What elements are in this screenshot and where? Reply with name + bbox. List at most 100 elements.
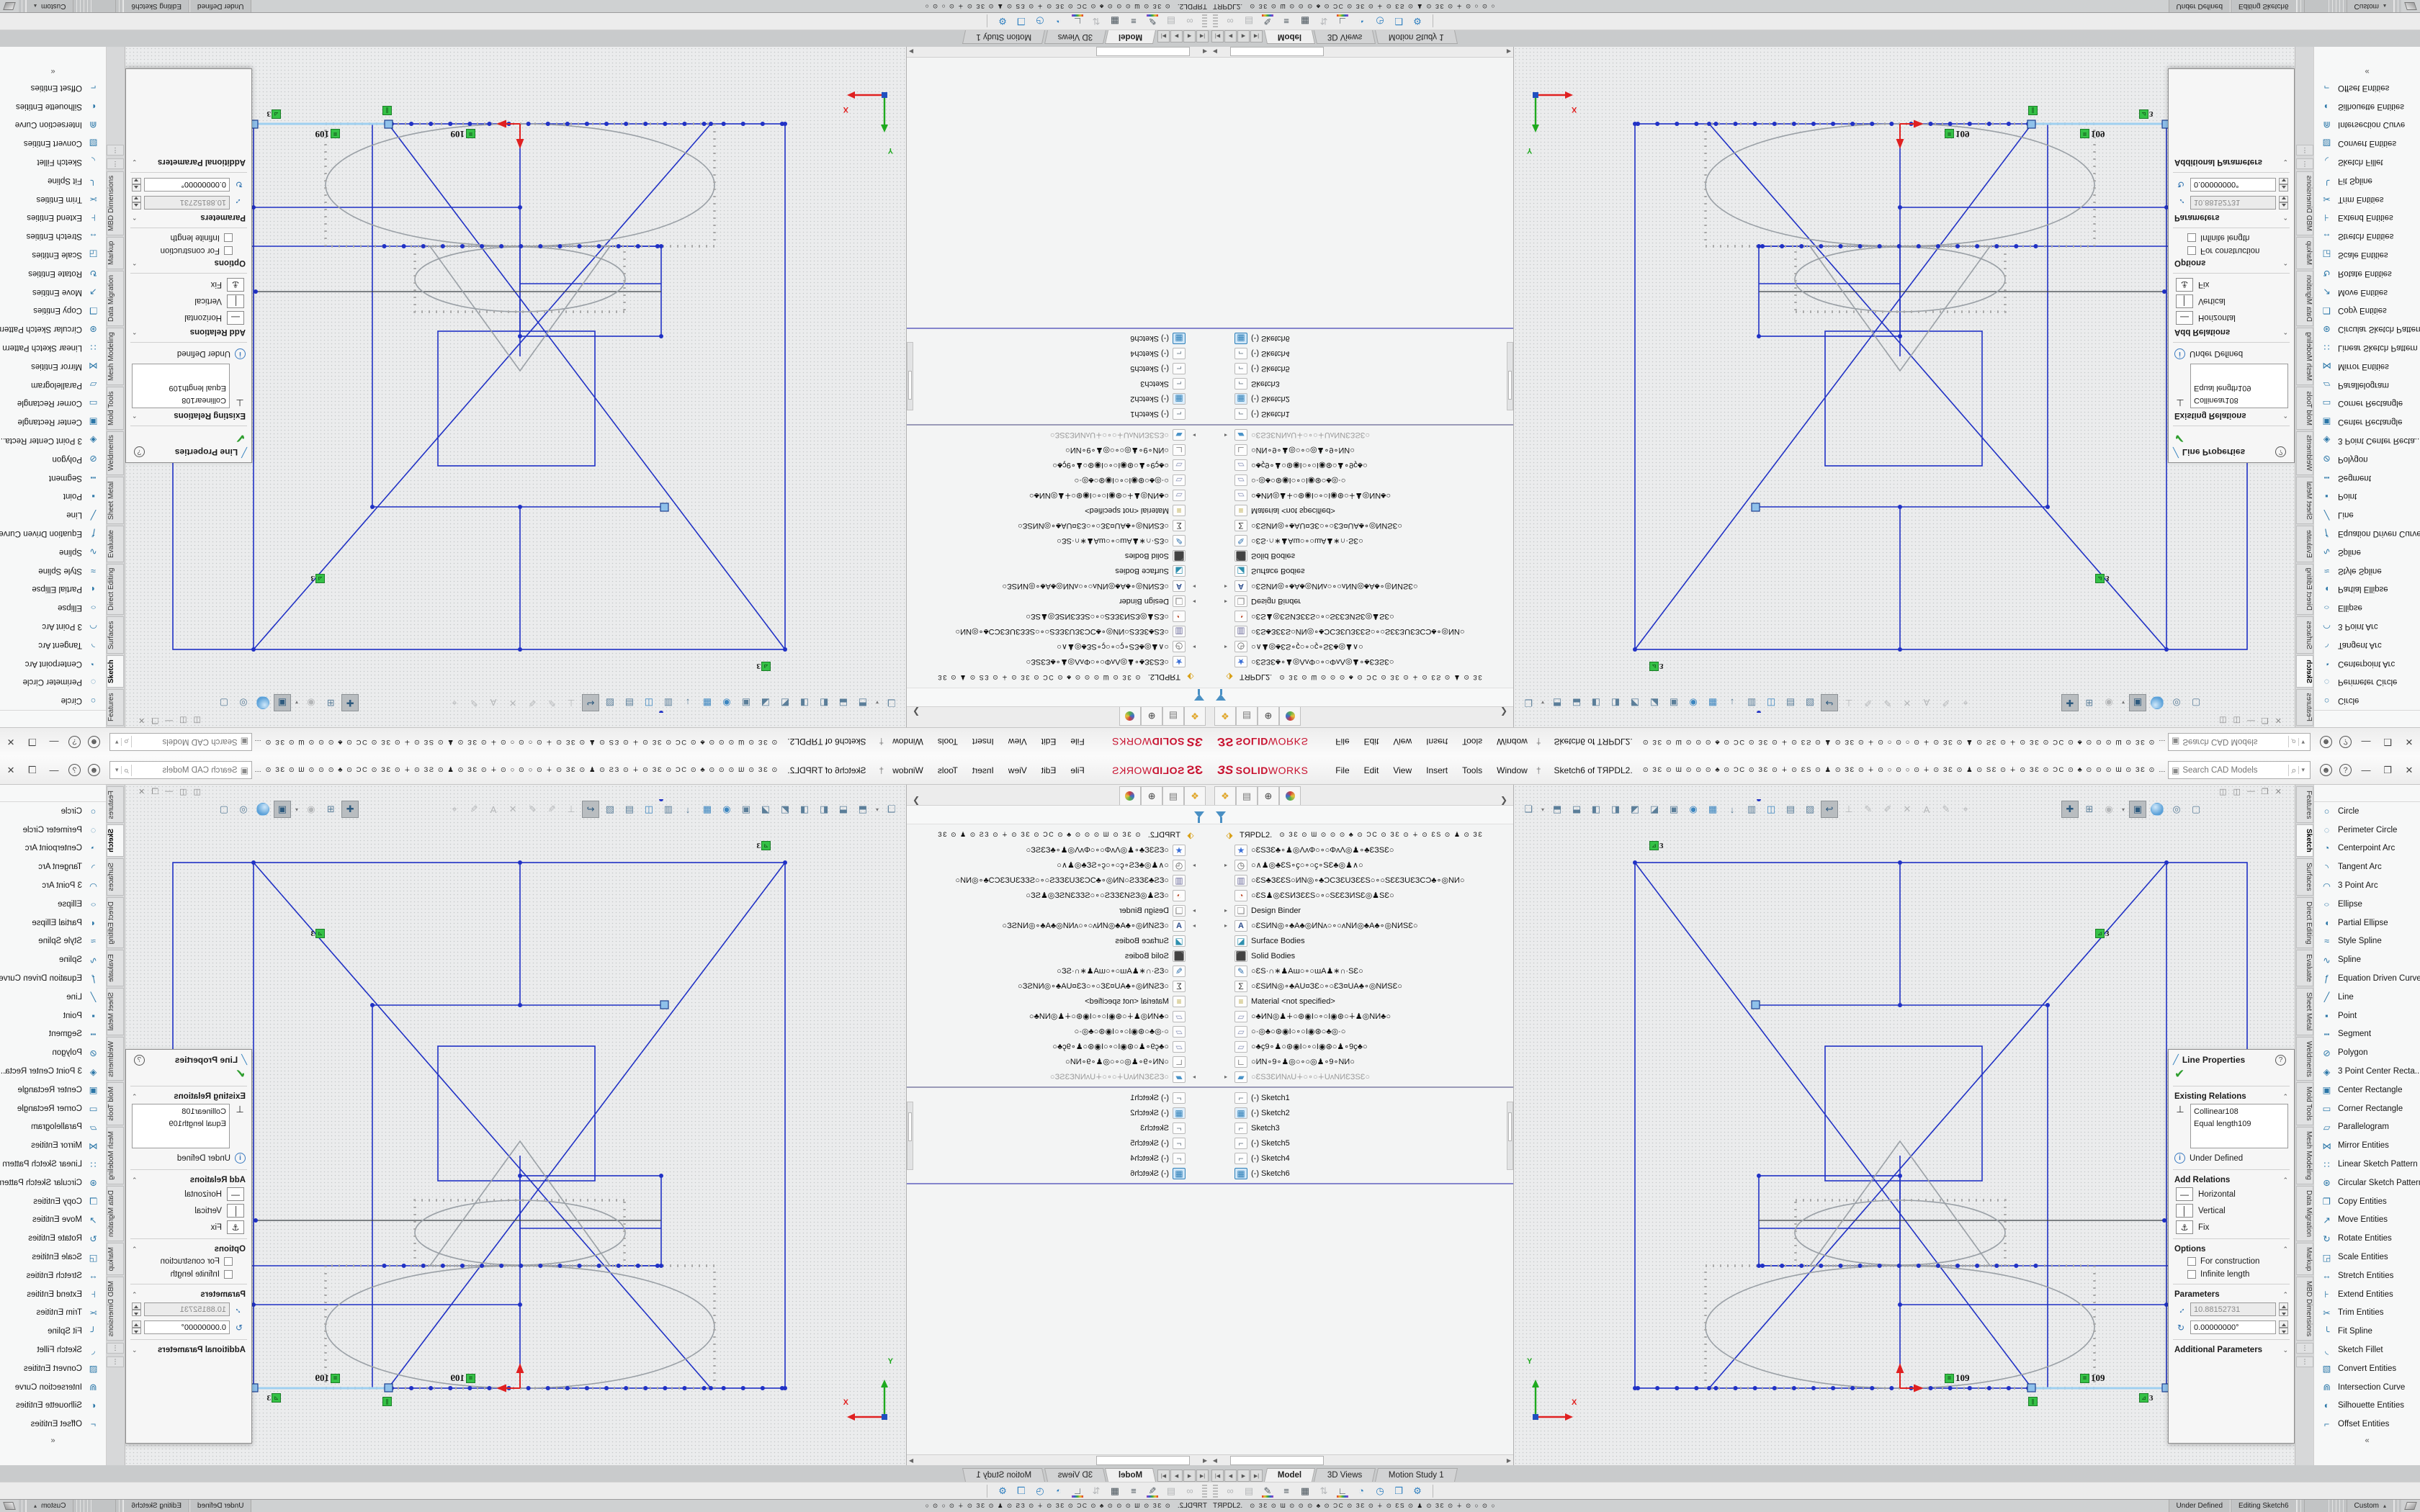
commandmanager-tab[interactable]: Mold Tools bbox=[107, 1082, 124, 1125]
add-relation-row[interactable]: — Horizontal bbox=[126, 1186, 251, 1202]
menu-item[interactable]: File bbox=[1063, 762, 1091, 778]
sketch-tool[interactable]: ◌ Perimeter Circle bbox=[0, 821, 106, 840]
sketch-tool[interactable]: ◈ 3 Point Center Recta... bbox=[2314, 1062, 2420, 1081]
commandmanager-tab[interactable]: Mesh Modeling bbox=[107, 328, 124, 385]
commandmanager-tab[interactable]: Sheet Metal bbox=[2296, 988, 2313, 1035]
bottom-toolbar-icon[interactable]: ▤ bbox=[1162, 1483, 1180, 1499]
search-box[interactable]: ▣ ⌕ ▾ bbox=[109, 733, 252, 751]
sketch-tool[interactable]: ◲ Scale Entities bbox=[0, 1248, 106, 1266]
restore-button[interactable]: ❐ bbox=[22, 737, 43, 748]
tree-item[interactable]: ▸ ◷ ○∧♟◎♣ƐS∘ҫ○∘○ҫ∘SƐ♣◎♟∧○ bbox=[907, 858, 1210, 873]
pm-help-icon[interactable]: ? bbox=[2275, 447, 2286, 458]
commandmanager-tab[interactable]: Mesh Modeling bbox=[2296, 328, 2313, 385]
sketch-tool[interactable]: ◐ Silhouette Entities bbox=[0, 97, 106, 116]
relation-badge[interactable]: ⊿ 3 bbox=[267, 109, 282, 119]
checkbox[interactable] bbox=[2187, 1270, 2196, 1279]
search-icon[interactable]: ⌕ bbox=[122, 737, 132, 748]
document-tab[interactable]: 3D Views bbox=[1314, 1468, 1376, 1482]
bottom-toolbar-icon[interactable]: ▤ bbox=[1240, 1483, 1258, 1499]
restore-button[interactable]: ❐ bbox=[2377, 737, 2398, 748]
tree-sketch-item[interactable]: ⌐ (-) Sketch4 bbox=[907, 346, 1210, 361]
spin-up[interactable] bbox=[132, 1302, 141, 1310]
pin-icon[interactable]: † bbox=[879, 737, 884, 747]
sketch-tool[interactable]: ◖ Partial Ellipse bbox=[0, 580, 106, 598]
expand-icon[interactable]: ▸ bbox=[1224, 907, 1234, 914]
tab-nav-button[interactable]: ◀ bbox=[1183, 30, 1196, 42]
tree-sketch-item[interactable]: ⌐ Sketch3 bbox=[907, 377, 1210, 392]
tree-item[interactable]: ▱ ○·◎♣○⊛◉I○∘○I◉⊛○♣◎·○ bbox=[907, 473, 1210, 488]
parallel-relation-badge[interactable]: ∥ bbox=[2028, 1397, 2038, 1406]
sketch-tool[interactable]: ◖ Partial Ellipse bbox=[2314, 580, 2420, 598]
tab-nav-button[interactable]: ▶| bbox=[1157, 30, 1170, 42]
sketch-tool[interactable]: ƒ Equation Driven Curve bbox=[2314, 524, 2420, 543]
tree-item[interactable]: ◪ Surface Bodies bbox=[1210, 933, 1513, 948]
sketch-tool[interactable]: ↻ Rotate Entities bbox=[2314, 1229, 2420, 1248]
tree-item[interactable]: ◔ ○ƐS♟◎ƐSИЗƐƐS○∘○SƐƐЗИSƐ◎♟SƐ○ bbox=[1210, 888, 1513, 903]
sketch-tool[interactable]: ⋈ Mirror Entities bbox=[0, 357, 106, 376]
menu-item[interactable]: View bbox=[1386, 762, 1419, 778]
sketch-tool[interactable]: ↻ Rotate Entities bbox=[0, 1229, 106, 1248]
search-box[interactable]: ▣ ⌕ ▾ bbox=[2168, 733, 2311, 751]
sketch-tool[interactable]: ⌐ Offset Entities bbox=[2314, 78, 2420, 97]
spin-up[interactable] bbox=[2279, 185, 2288, 192]
sketch-tool[interactable]: ↗ Move Entities bbox=[2314, 283, 2420, 302]
bottom-toolbar-icon[interactable]: ∟ bbox=[1068, 1483, 1087, 1499]
add-relation-row[interactable]: │ Vertical bbox=[126, 293, 251, 310]
sketch-tool[interactable]: ◐ Silhouette Entities bbox=[2314, 97, 2420, 116]
sketch-tool[interactable]: ▪ Point bbox=[0, 1007, 106, 1025]
parallel-relation-badge[interactable]: ∥ bbox=[382, 106, 392, 115]
sketch-tool[interactable]: ⊘ Polygon bbox=[0, 1043, 106, 1062]
sketch-tool[interactable]: ◝ Tangent Arc bbox=[2314, 858, 2420, 876]
menu-item[interactable]: File bbox=[1063, 734, 1091, 750]
angle-input[interactable]: 0.00000000° bbox=[144, 1320, 230, 1334]
tree-vertical-scrollbar[interactable] bbox=[907, 342, 913, 410]
custom-dropdown[interactable]: Custom ▴ bbox=[2347, 1500, 2394, 1512]
document-tab[interactable]: 3D Views bbox=[1314, 30, 1376, 44]
sketch-tool[interactable]: ┅ Segment bbox=[2314, 1025, 2420, 1044]
tree-sketch-item[interactable]: ⌐ (-) Sketch5 bbox=[907, 1135, 1210, 1151]
checkbox[interactable] bbox=[224, 1257, 233, 1266]
bottom-toolbar-icon[interactable]: ≡ bbox=[1277, 1483, 1296, 1499]
sketch-tool[interactable]: ◔ Centerpoint Arc bbox=[2314, 654, 2420, 673]
tree-item[interactable]: ▸ ◷ ○∧♟◎♣ƐS∘ҫ○∘○ҫ∘SƐ♣◎♟∧○ bbox=[1210, 858, 1513, 873]
commandmanager-tab[interactable]: Features bbox=[2296, 786, 2313, 823]
sketch-tool[interactable]: ◐ Silhouette Entities bbox=[2314, 1397, 2420, 1416]
tab-nav-button[interactable]: |◀ bbox=[1211, 1470, 1224, 1482]
tree-sketch-item[interactable]: ⌐ (-) Sketch1 bbox=[1210, 1090, 1513, 1105]
tree-item[interactable]: ◔ ○ƐS♟◎ƐSИЗƐƐS○∘○SƐƐЗИSƐ◎♟SƐ○ bbox=[1210, 609, 1513, 624]
bottom-toolbar-icon[interactable]: ▦ bbox=[1106, 14, 1124, 30]
search-dropdown-icon[interactable]: ▾ bbox=[2298, 738, 2307, 746]
sketch-tool[interactable]: ◟ Sketch Fillet bbox=[2314, 153, 2420, 171]
sketch-tool[interactable]: ⊛ Circular Sketch Pattern bbox=[2314, 320, 2420, 338]
tab-nav-button[interactable]: ◀ bbox=[1183, 1470, 1196, 1482]
sketch-tool[interactable]: ⋈ Mirror Entities bbox=[2314, 1136, 2420, 1155]
menu-item[interactable]: View bbox=[1001, 762, 1034, 778]
menu-item[interactable]: Window bbox=[885, 762, 931, 778]
checkbox[interactable] bbox=[2187, 1257, 2196, 1266]
featuremanager-tab[interactable]: ⊕ bbox=[1258, 707, 1279, 726]
bottom-toolbar-icon[interactable]: ▦ bbox=[1296, 14, 1314, 30]
bottom-toolbar-icon[interactable]: ≡ bbox=[1277, 14, 1296, 30]
featuremanager-tab[interactable] bbox=[1119, 786, 1141, 805]
commandmanager-tab[interactable]: Markup bbox=[107, 237, 124, 269]
tab-nav-button[interactable]: |◀ bbox=[1196, 1470, 1209, 1482]
sketch-tool[interactable]: ▭ Corner Rectangle bbox=[0, 1099, 106, 1118]
sketch-tool[interactable]: ┅ Segment bbox=[0, 1025, 106, 1044]
search-box[interactable]: ▣ ⌕ ▾ bbox=[2168, 761, 2311, 779]
relation-entry[interactable]: Equal length109 bbox=[135, 382, 226, 395]
doc-window-button[interactable]: ◫ bbox=[179, 787, 187, 796]
bottom-toolbar-icon[interactable]: ∞ bbox=[1221, 1483, 1240, 1499]
relation-badge[interactable]: ⊿ 3 bbox=[267, 1393, 282, 1403]
document-tab[interactable]: 3D Views bbox=[1044, 1468, 1106, 1482]
document-tab[interactable]: Model bbox=[1105, 30, 1156, 44]
featuremanager-tab[interactable]: ❖ bbox=[1214, 786, 1236, 805]
tree-root-item[interactable]: ⬗ TЯPDL2. ⊙ ЗƐ ⊙ Ɯ ⊙ ⊙ ⊙ ♣ ⊙ ƆC ⊙ ЗƐ ⊙ ∔… bbox=[1210, 670, 1513, 685]
option-row[interactable]: Infinite length bbox=[126, 231, 251, 244]
tree-item[interactable]: ▱ ○♣ИN◎♟∔○⊛◉I○∘○I◉⊛○∔♟◎NИ♣○ bbox=[1210, 1009, 1513, 1024]
relation-badge[interactable]: ⊿ 3 bbox=[1649, 841, 1664, 850]
menu-item[interactable]: Tools bbox=[931, 762, 965, 778]
commandmanager-tab[interactable]: Sketch bbox=[107, 655, 124, 688]
spinner[interactable] bbox=[132, 196, 141, 210]
tab-nav-button[interactable]: ◀ bbox=[1224, 30, 1237, 42]
add-relations-header[interactable]: Add Relations ⌃ bbox=[2169, 1173, 2294, 1186]
